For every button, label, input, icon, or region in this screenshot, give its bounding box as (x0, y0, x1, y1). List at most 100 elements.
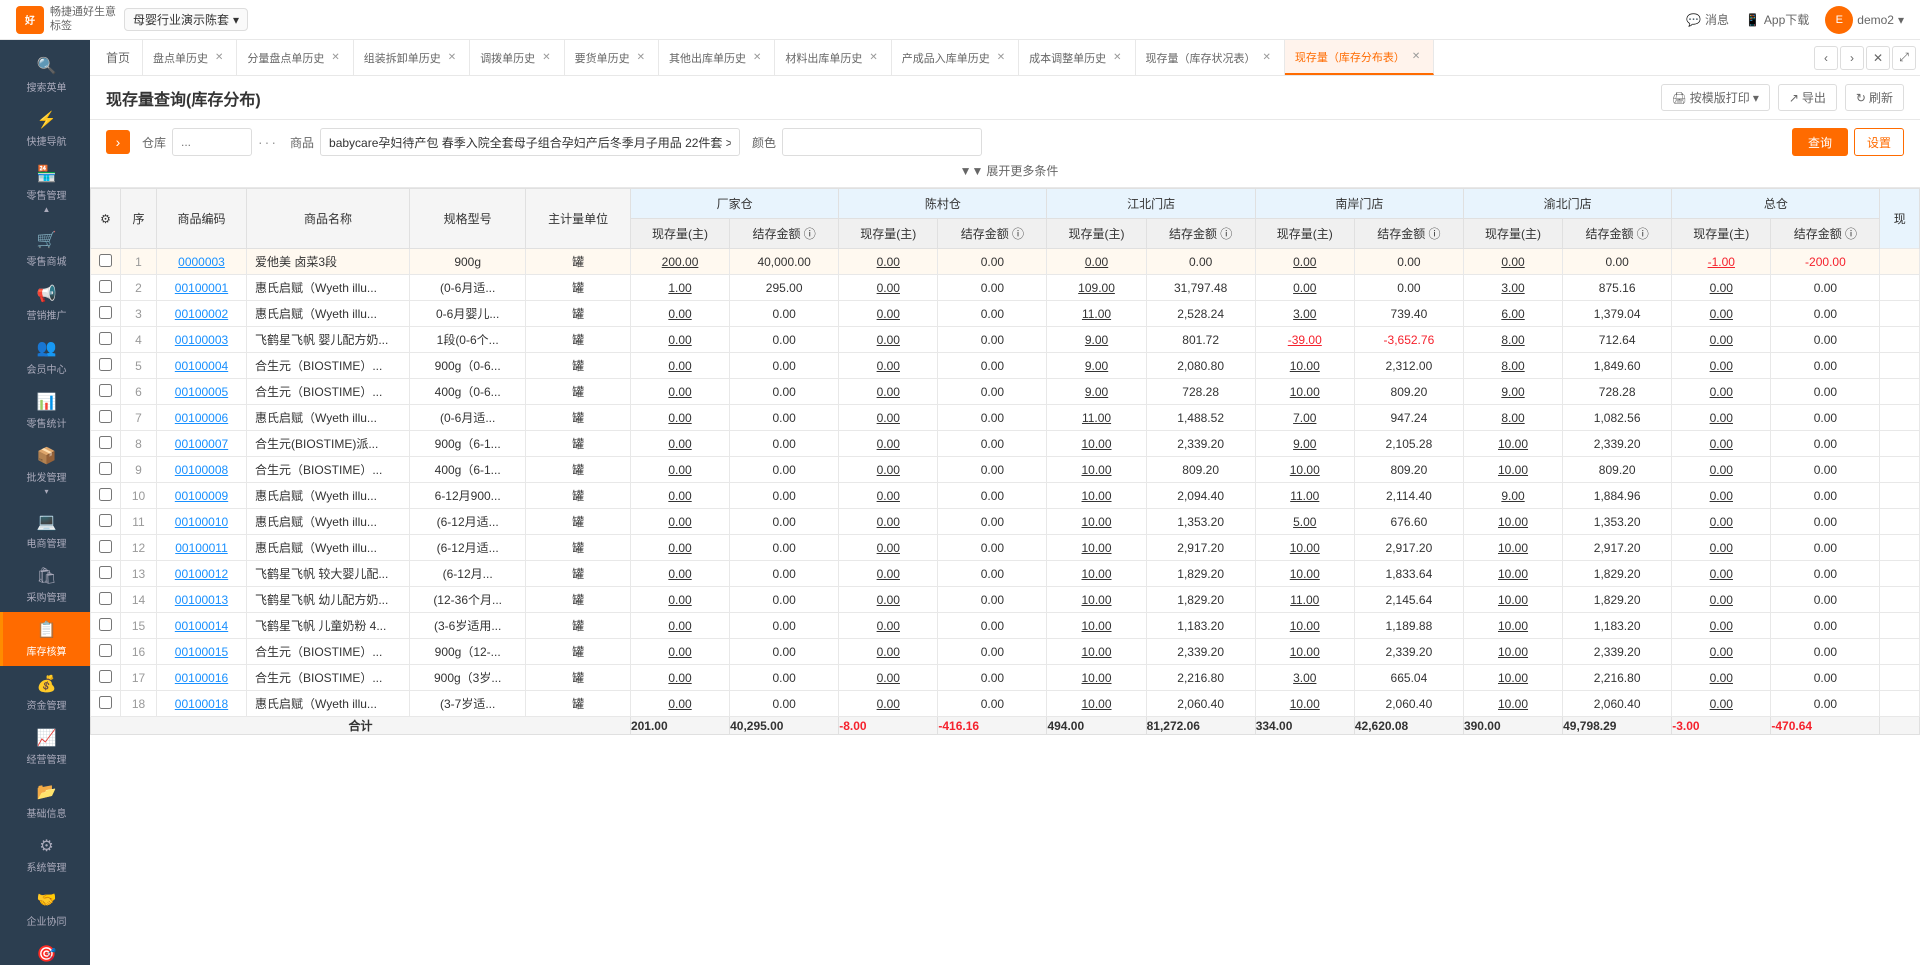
cell-na-stock[interactable]: 10.00 (1255, 639, 1354, 665)
row-checkbox[interactable] (99, 436, 112, 449)
row-checkbox[interactable] (99, 410, 112, 423)
cell-jb-stock[interactable]: 11.00 (1047, 301, 1146, 327)
cell-checkbox[interactable] (91, 275, 121, 301)
cell-t-stock[interactable]: 0.00 (1672, 639, 1771, 665)
row-checkbox[interactable] (99, 462, 112, 475)
cell-na-stock[interactable]: 10.00 (1255, 691, 1354, 717)
cell-yb-stock[interactable]: 8.00 (1463, 327, 1562, 353)
cell-mw-stock[interactable]: 0.00 (839, 691, 938, 717)
sidebar-item-system[interactable]: ⚙ 系统管理 (0, 828, 90, 882)
cell-fw-stock[interactable]: 0.00 (630, 561, 729, 587)
cell-code[interactable]: 00100003 (157, 327, 247, 353)
cell-jb-stock[interactable]: 10.00 (1047, 509, 1146, 535)
cell-code[interactable]: 00100008 (157, 457, 247, 483)
cell-checkbox[interactable] (91, 587, 121, 613)
cell-na-stock[interactable]: 9.00 (1255, 431, 1354, 457)
cell-checkbox[interactable] (91, 249, 121, 275)
industry-selector[interactable]: 母婴行业演示陈套 ▾ (124, 8, 248, 31)
cell-mw-stock[interactable]: 0.00 (839, 431, 938, 457)
cell-yb-stock[interactable]: 10.00 (1463, 691, 1562, 717)
cell-checkbox[interactable] (91, 483, 121, 509)
cell-yb-stock[interactable]: 10.00 (1463, 587, 1562, 613)
cell-mw-stock[interactable]: 0.00 (839, 587, 938, 613)
cell-mw-stock[interactable]: 0.00 (839, 613, 938, 639)
col-settings[interactable]: ⚙ (91, 189, 121, 249)
cell-na-stock[interactable]: 10.00 (1255, 613, 1354, 639)
row-checkbox[interactable] (99, 696, 112, 709)
cell-code[interactable]: 00100010 (157, 509, 247, 535)
cell-jb-stock[interactable]: 0.00 (1047, 249, 1146, 275)
cell-fw-stock[interactable]: 0.00 (630, 509, 729, 535)
tab-partial-check[interactable]: 分量盘点单历史 ✕ (237, 40, 353, 75)
cell-jb-stock[interactable]: 9.00 (1047, 353, 1146, 379)
tab-close-stock-status[interactable]: ✕ (1260, 51, 1274, 64)
tab-close-all-btn[interactable]: ✕ (1866, 46, 1890, 70)
cell-fw-stock[interactable]: 0.00 (630, 327, 729, 353)
cell-t-stock[interactable]: 0.00 (1672, 665, 1771, 691)
cell-code[interactable]: 00100014 (157, 613, 247, 639)
sidebar-item-purchase[interactable]: 🛍 采购管理 (0, 558, 90, 612)
cell-jb-stock[interactable]: 109.00 (1047, 275, 1146, 301)
export-btn[interactable]: ↗ 导出 (1778, 84, 1837, 111)
row-checkbox[interactable] (99, 332, 112, 345)
cell-na-stock[interactable]: 10.00 (1255, 535, 1354, 561)
row-checkbox[interactable] (99, 488, 112, 501)
cell-yb-stock[interactable]: 10.00 (1463, 613, 1562, 639)
cell-mw-stock[interactable]: 0.00 (839, 379, 938, 405)
cell-jb-stock[interactable]: 10.00 (1047, 561, 1146, 587)
cell-t-stock[interactable]: 0.00 (1672, 535, 1771, 561)
cell-code[interactable]: 00100012 (157, 561, 247, 587)
tab-other-out[interactable]: 其他出库单历史 ✕ (659, 40, 775, 75)
cell-fw-stock[interactable]: 0.00 (630, 301, 729, 327)
cell-t-stock[interactable]: 0.00 (1672, 613, 1771, 639)
tab-demand[interactable]: 要货单历史 ✕ (565, 40, 659, 75)
row-checkbox[interactable] (99, 670, 112, 683)
tab-inventory-check[interactable]: 盘点单历史 ✕ (143, 40, 237, 75)
cell-yb-stock[interactable]: 10.00 (1463, 639, 1562, 665)
cell-fw-stock[interactable]: 0.00 (630, 457, 729, 483)
cell-checkbox[interactable] (91, 457, 121, 483)
cell-jb-stock[interactable]: 10.00 (1047, 431, 1146, 457)
cell-na-stock[interactable]: 10.00 (1255, 353, 1354, 379)
tab-close-stock-dist[interactable]: ✕ (1409, 50, 1423, 63)
row-checkbox[interactable] (99, 358, 112, 371)
cell-yb-stock[interactable]: 9.00 (1463, 483, 1562, 509)
row-checkbox[interactable] (99, 540, 112, 553)
tab-product-in[interactable]: 产成品入库单历史 ✕ (892, 40, 1019, 75)
cell-jb-stock[interactable]: 10.00 (1047, 483, 1146, 509)
sidebar-item-search[interactable]: 🔍 搜索英单 (0, 48, 90, 102)
tab-close-assembly[interactable]: ✕ (445, 51, 459, 64)
cell-code[interactable]: 00100011 (157, 535, 247, 561)
cell-checkbox[interactable] (91, 561, 121, 587)
cell-t-stock[interactable]: 0.00 (1672, 431, 1771, 457)
cell-na-stock[interactable]: 3.00 (1255, 665, 1354, 691)
sidebar-item-inventory[interactable]: 📋 库存核算 (0, 612, 90, 666)
setting-btn[interactable]: 设置 (1854, 128, 1904, 156)
cell-jb-stock[interactable]: 11.00 (1047, 405, 1146, 431)
cell-jb-stock[interactable]: 10.00 (1047, 691, 1146, 717)
cell-na-stock[interactable]: 5.00 (1255, 509, 1354, 535)
row-checkbox[interactable] (99, 618, 112, 631)
tab-transfer[interactable]: 调拨单历史 ✕ (470, 40, 564, 75)
tab-assembly[interactable]: 组装拆卸单历史 ✕ (354, 40, 470, 75)
cell-checkbox[interactable] (91, 431, 121, 457)
cell-t-stock[interactable]: 0.00 (1672, 561, 1771, 587)
cell-code[interactable]: 00100001 (157, 275, 247, 301)
cell-yb-stock[interactable]: 8.00 (1463, 353, 1562, 379)
user-menu[interactable]: E demo2 ▾ (1825, 6, 1904, 34)
cell-mw-stock[interactable]: 0.00 (839, 561, 938, 587)
cell-na-stock[interactable]: 3.00 (1255, 301, 1354, 327)
row-checkbox[interactable] (99, 644, 112, 657)
cell-code[interactable]: 00100005 (157, 379, 247, 405)
cell-t-stock[interactable]: 0.00 (1672, 379, 1771, 405)
cell-jb-stock[interactable]: 10.00 (1047, 587, 1146, 613)
sidebar-item-wholesale[interactable]: 📦 批发管理 ▾ (0, 438, 90, 504)
cell-mw-stock[interactable]: 0.00 (839, 275, 938, 301)
cell-na-stock[interactable]: 10.00 (1255, 561, 1354, 587)
filter-toggle-btn[interactable]: › (106, 130, 130, 154)
cell-t-stock[interactable]: -1.00 (1672, 249, 1771, 275)
cell-jb-stock[interactable]: 10.00 (1047, 613, 1146, 639)
sidebar-item-ecommerce[interactable]: 💻 电商管理 (0, 504, 90, 558)
row-checkbox[interactable] (99, 592, 112, 605)
cell-t-stock[interactable]: 0.00 (1672, 353, 1771, 379)
